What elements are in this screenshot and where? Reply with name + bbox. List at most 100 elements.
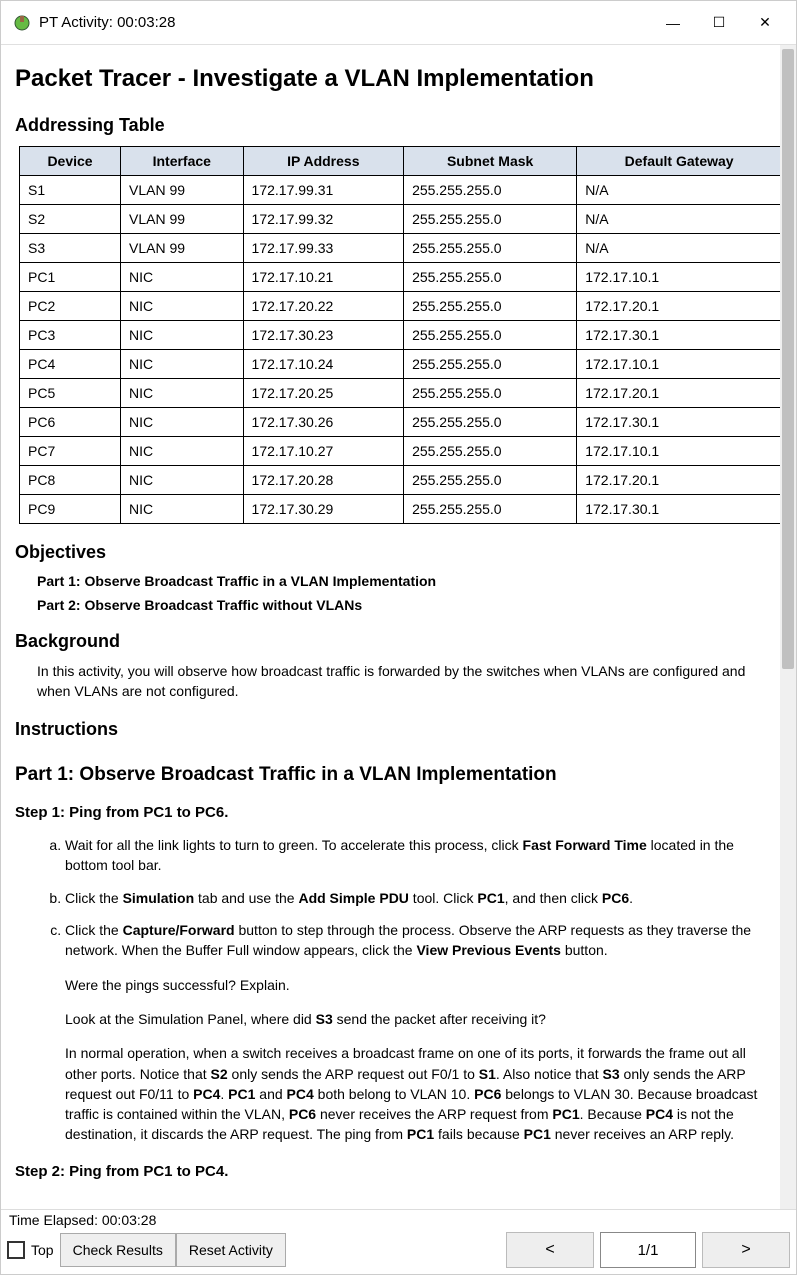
step1-b: Click the Simulation tab and use the Add… bbox=[65, 888, 778, 908]
table-header: Interface bbox=[121, 147, 244, 176]
table-cell: PC3 bbox=[20, 321, 121, 350]
table-cell: NIC bbox=[121, 292, 244, 321]
table-row: PC9NIC172.17.30.29255.255.255.0172.17.30… bbox=[20, 495, 782, 524]
status-elapsed: Time Elapsed: 00:03:28 bbox=[1, 1209, 796, 1228]
table-cell: NIC bbox=[121, 495, 244, 524]
table-cell: PC8 bbox=[20, 466, 121, 495]
table-cell: N/A bbox=[577, 234, 782, 263]
table-cell: NIC bbox=[121, 379, 244, 408]
table-cell: 172.17.10.1 bbox=[577, 350, 782, 379]
table-row: PC1NIC172.17.10.21255.255.255.0172.17.10… bbox=[20, 263, 782, 292]
step2-heading: Step 2: Ping from PC1 to PC4. bbox=[15, 1163, 778, 1180]
objective-item: Part 1: Observe Broadcast Traffic in a V… bbox=[37, 573, 778, 589]
table-cell: 255.255.255.0 bbox=[404, 292, 577, 321]
step1-a: Wait for all the link lights to turn to … bbox=[65, 835, 778, 876]
table-cell: 255.255.255.0 bbox=[404, 379, 577, 408]
close-button[interactable]: ✕ bbox=[742, 7, 788, 39]
table-cell: NIC bbox=[121, 263, 244, 292]
table-cell: N/A bbox=[577, 176, 782, 205]
top-label: Top bbox=[31, 1242, 54, 1258]
maximize-button[interactable]: ☐ bbox=[696, 7, 742, 39]
table-cell: NIC bbox=[121, 437, 244, 466]
table-cell: 172.17.20.22 bbox=[243, 292, 404, 321]
table-cell: 255.255.255.0 bbox=[404, 321, 577, 350]
table-row: S1VLAN 99172.17.99.31255.255.255.0N/A bbox=[20, 176, 782, 205]
table-cell: 172.17.99.33 bbox=[243, 234, 404, 263]
table-cell: PC5 bbox=[20, 379, 121, 408]
table-header: IP Address bbox=[243, 147, 404, 176]
window-title: PT Activity: 00:03:28 bbox=[39, 14, 175, 31]
table-cell: S3 bbox=[20, 234, 121, 263]
table-cell: NIC bbox=[121, 408, 244, 437]
table-header: Default Gateway bbox=[577, 147, 782, 176]
bottom-toolbar: Top Check Results Reset Activity < 1/1 > bbox=[1, 1228, 796, 1274]
reset-activity-button[interactable]: Reset Activity bbox=[176, 1233, 286, 1267]
table-cell: 172.17.20.28 bbox=[243, 466, 404, 495]
part1-heading: Part 1: Observe Broadcast Traffic in a V… bbox=[15, 764, 778, 786]
table-row: PC8NIC172.17.20.28255.255.255.0172.17.20… bbox=[20, 466, 782, 495]
table-row: PC6NIC172.17.30.26255.255.255.0172.17.30… bbox=[20, 408, 782, 437]
table-cell: S1 bbox=[20, 176, 121, 205]
table-cell: NIC bbox=[121, 321, 244, 350]
vertical-scrollbar[interactable] bbox=[780, 45, 796, 1209]
table-cell: 172.17.30.23 bbox=[243, 321, 404, 350]
next-page-button[interactable]: > bbox=[702, 1232, 790, 1268]
table-cell: PC1 bbox=[20, 263, 121, 292]
table-row: PC4NIC172.17.10.24255.255.255.0172.17.10… bbox=[20, 350, 782, 379]
table-cell: 255.255.255.0 bbox=[404, 350, 577, 379]
instructions-heading: Instructions bbox=[15, 719, 778, 740]
table-header: Subnet Mask bbox=[404, 147, 577, 176]
step1-explanation: In normal operation, when a switch recei… bbox=[65, 1043, 778, 1144]
background-heading: Background bbox=[15, 631, 778, 652]
titlebar: PT Activity: 00:03:28 — ☐ ✕ bbox=[1, 1, 796, 45]
table-cell: 172.17.20.1 bbox=[577, 379, 782, 408]
table-cell: NIC bbox=[121, 466, 244, 495]
table-row: PC5NIC172.17.20.25255.255.255.0172.17.20… bbox=[20, 379, 782, 408]
table-cell: 172.17.10.1 bbox=[577, 437, 782, 466]
table-row: S3VLAN 99172.17.99.33255.255.255.0N/A bbox=[20, 234, 782, 263]
table-row: PC7NIC172.17.10.27255.255.255.0172.17.10… bbox=[20, 437, 782, 466]
table-cell: 255.255.255.0 bbox=[404, 437, 577, 466]
table-cell: NIC bbox=[121, 350, 244, 379]
step1-heading: Step 1: Ping from PC1 to PC6. bbox=[15, 804, 778, 821]
table-cell: 172.17.30.1 bbox=[577, 321, 782, 350]
step1-list: Wait for all the link lights to turn to … bbox=[15, 835, 778, 960]
table-cell: 172.17.30.26 bbox=[243, 408, 404, 437]
table-cell: 255.255.255.0 bbox=[404, 495, 577, 524]
objectives-heading: Objectives bbox=[15, 542, 778, 563]
step1-c: Click the Capture/Forward button to step… bbox=[65, 920, 778, 961]
table-cell: 172.17.99.31 bbox=[243, 176, 404, 205]
table-cell: 255.255.255.0 bbox=[404, 205, 577, 234]
table-cell: PC7 bbox=[20, 437, 121, 466]
check-results-button[interactable]: Check Results bbox=[60, 1233, 176, 1267]
scroll-thumb[interactable] bbox=[782, 49, 794, 669]
table-cell: 172.17.10.27 bbox=[243, 437, 404, 466]
table-cell: PC2 bbox=[20, 292, 121, 321]
table-row: PC2NIC172.17.20.22255.255.255.0172.17.20… bbox=[20, 292, 782, 321]
table-cell: 172.17.30.29 bbox=[243, 495, 404, 524]
table-cell: VLAN 99 bbox=[121, 176, 244, 205]
prev-page-button[interactable]: < bbox=[506, 1232, 594, 1268]
table-cell: VLAN 99 bbox=[121, 234, 244, 263]
table-cell: 255.255.255.0 bbox=[404, 234, 577, 263]
top-checkbox[interactable] bbox=[7, 1241, 25, 1259]
table-cell: 172.17.30.1 bbox=[577, 495, 782, 524]
table-cell: 255.255.255.0 bbox=[404, 263, 577, 292]
objective-item: Part 2: Observe Broadcast Traffic withou… bbox=[37, 597, 778, 613]
table-row: S2VLAN 99172.17.99.32255.255.255.0N/A bbox=[20, 205, 782, 234]
minimize-button[interactable]: — bbox=[650, 7, 696, 39]
page-title: Packet Tracer - Investigate a VLAN Imple… bbox=[15, 65, 778, 93]
table-cell: 172.17.10.24 bbox=[243, 350, 404, 379]
addressing-table-heading: Addressing Table bbox=[15, 115, 778, 136]
table-cell: VLAN 99 bbox=[121, 205, 244, 234]
table-cell: 172.17.20.25 bbox=[243, 379, 404, 408]
table-cell: PC6 bbox=[20, 408, 121, 437]
table-cell: PC4 bbox=[20, 350, 121, 379]
addressing-table: DeviceInterfaceIP AddressSubnet MaskDefa… bbox=[19, 146, 782, 524]
page-indicator: 1/1 bbox=[600, 1232, 696, 1268]
table-cell: 255.255.255.0 bbox=[404, 408, 577, 437]
table-cell: PC9 bbox=[20, 495, 121, 524]
table-cell: 172.17.10.1 bbox=[577, 263, 782, 292]
table-row: PC3NIC172.17.30.23255.255.255.0172.17.30… bbox=[20, 321, 782, 350]
objectives-list: Part 1: Observe Broadcast Traffic in a V… bbox=[37, 573, 778, 613]
